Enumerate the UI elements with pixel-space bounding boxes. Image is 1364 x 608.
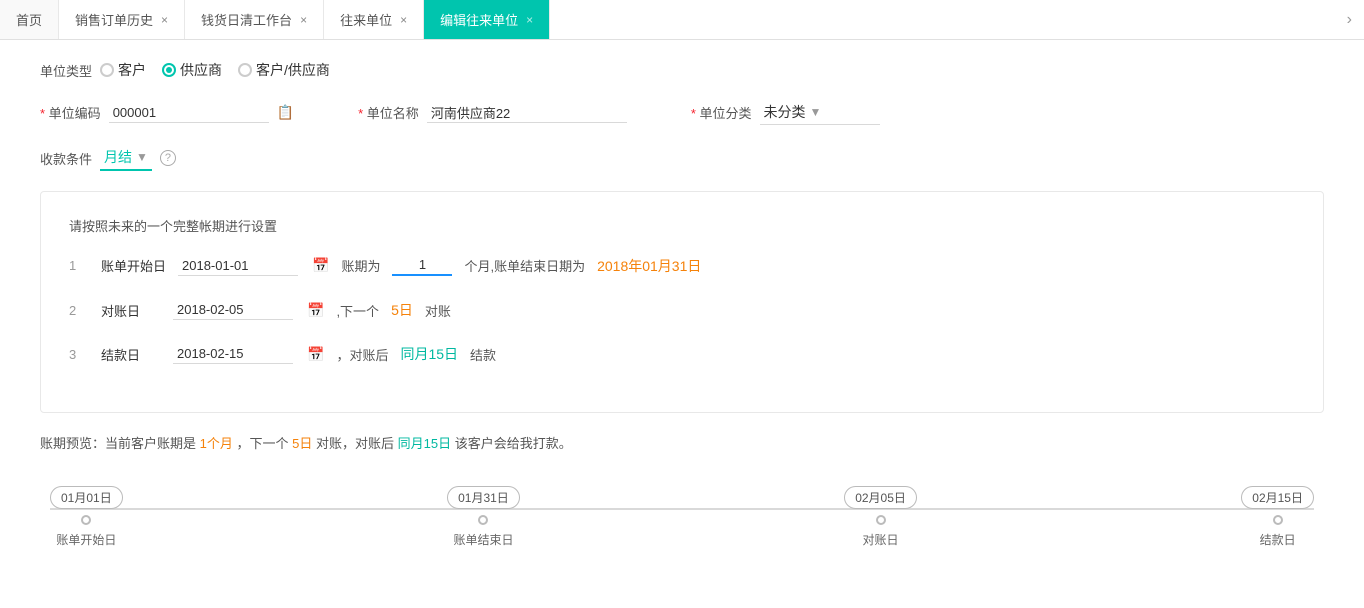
- payment-day-highlight: 同月15日: [400, 344, 458, 364]
- unit-name-label: 单位名称: [358, 103, 419, 122]
- copy-icon[interactable]: 📋: [277, 104, 294, 121]
- tab-bar: 首页 销售订单历史 × 钱货日清工作台 × 往来单位 × 编辑往来单位 × ›: [0, 0, 1364, 40]
- tab-close-sales-history[interactable]: ×: [161, 13, 168, 27]
- preview-suffix: 该客户会给我打款。: [455, 436, 572, 451]
- payment-condition-group: 收款条件 月结 ▼ ?: [40, 145, 176, 171]
- timeline-node-1: 01月01日 账单开始日: [50, 486, 123, 548]
- payment-condition-select[interactable]: 月结 ▼: [100, 145, 152, 171]
- period-field-label-1: 账单开始日: [101, 256, 166, 275]
- account-start-date-input[interactable]: [178, 256, 298, 276]
- timeline-dot-4: [1273, 515, 1283, 525]
- timeline-label-3: 对账日: [863, 531, 899, 548]
- period-row-1: 1 账单开始日 📅 账期为 个月,账单结束日期为 2018年01月31日: [69, 255, 1295, 276]
- preview-highlight-2: 5日: [292, 436, 312, 451]
- timeline-label-4: 结款日: [1260, 531, 1296, 548]
- period-desc-suffix-3: 结款: [470, 345, 496, 364]
- timeline-dot-3: [876, 515, 886, 525]
- period-num-1: 1: [69, 258, 89, 273]
- timeline-badge-4: 02月15日: [1241, 486, 1314, 509]
- period-num-3: 3: [69, 347, 89, 362]
- tab-edit-counterparty[interactable]: 编辑往来单位 ×: [424, 0, 550, 39]
- calendar-icon-1[interactable]: 📅: [312, 257, 329, 274]
- radio-supplier[interactable]: 供应商: [162, 60, 222, 80]
- calendar-icon-2[interactable]: 📅: [307, 302, 324, 319]
- preview-highlight-1: 1个月: [200, 436, 233, 451]
- tab-cash-workbench[interactable]: 钱货日清工作台 ×: [185, 0, 324, 39]
- radio-circle-supplier: [162, 63, 176, 77]
- radio-circle-customer-supplier: [238, 63, 252, 77]
- radio-label-customer: 客户: [118, 60, 146, 80]
- period-row-3: 3 结款日 📅 ，对账后 同月15日 结款: [69, 344, 1295, 364]
- period-desc-suffix-1: 个月,账单结束日期为: [464, 256, 585, 275]
- unit-type-group: 单位类型 客户 供应商 客户/供应商: [40, 60, 330, 80]
- tab-home[interactable]: 首页: [0, 0, 59, 39]
- timeline-badge-3: 02月05日: [844, 486, 917, 509]
- calendar-icon-3[interactable]: 📅: [307, 346, 324, 363]
- payment-condition-label: 收款条件: [40, 149, 92, 168]
- unit-category-value: 未分类: [764, 102, 806, 122]
- radio-customer[interactable]: 客户: [100, 60, 146, 80]
- radio-circle-customer: [100, 63, 114, 77]
- unit-code-label: 单位编码: [40, 103, 101, 122]
- payment-date-input[interactable]: [173, 344, 293, 364]
- tab-close-counterparty[interactable]: ×: [400, 13, 407, 27]
- timeline-dot-2: [478, 515, 488, 525]
- period-end-date-highlight: 2018年01月31日: [597, 256, 701, 276]
- unit-type-radio-group: 客户 供应商 客户/供应商: [100, 60, 330, 80]
- timeline-node-4: 02月15日 结款日: [1241, 486, 1314, 548]
- tab-counterparty[interactable]: 往来单位 ×: [324, 0, 424, 39]
- timeline-node-3: 02月05日 对账日: [844, 486, 917, 548]
- period-desc-prefix-2: ,下一个: [336, 301, 379, 320]
- preview-text: 账期预览：当前客户账期是 1个月 ，下一个 5日 对账，对账后 同月15日 该客…: [40, 433, 1324, 452]
- radio-label-supplier: 供应商: [180, 60, 222, 80]
- tab-close-cash-workbench[interactable]: ×: [300, 13, 307, 27]
- unit-type-row: 单位类型 客户 供应商 客户/供应商: [40, 60, 1324, 80]
- timeline-dot-1: [81, 515, 91, 525]
- period-settings-box: 请按照未来的一个完整帐期进行设置 1 账单开始日 📅 账期为 个月,账单结束日期…: [40, 191, 1324, 413]
- preview-middle-2: 对账，对账后: [316, 436, 394, 451]
- reconciliation-day-highlight: 5日: [391, 300, 413, 320]
- unit-type-label: 单位类型: [40, 61, 92, 80]
- unit-category-group: 单位分类 未分类 ▼: [691, 100, 880, 125]
- unit-name-group: 单位名称: [358, 103, 627, 123]
- category-dropdown-arrow: ▼: [810, 105, 822, 119]
- timeline-node-2: 01月31日 账单结束日: [447, 486, 520, 548]
- preview-highlight-3: 同月15日: [398, 436, 451, 451]
- unit-name-input[interactable]: [427, 103, 627, 123]
- unit-category-select[interactable]: 未分类 ▼: [760, 100, 880, 125]
- tab-close-edit-counterparty[interactable]: ×: [526, 13, 533, 27]
- unit-code-input[interactable]: [109, 103, 269, 123]
- tab-sales-history[interactable]: 销售订单历史 ×: [59, 0, 185, 39]
- unit-info-row: 单位编码 📋 单位名称 单位分类 未分类 ▼: [40, 100, 1324, 125]
- period-desc-prefix-1: 账期为: [341, 256, 380, 275]
- condition-dropdown-arrow: ▼: [136, 150, 148, 164]
- period-desc-suffix-2: 对账: [425, 301, 451, 320]
- reconciliation-date-input[interactable]: [173, 300, 293, 320]
- unit-code-group: 单位编码 📋: [40, 103, 294, 123]
- timeline-container: 01月01日 账单开始日 01月31日 账单结束日 02月05日 对账日 02月…: [40, 476, 1324, 578]
- period-num-2: 2: [69, 303, 89, 318]
- period-field-label-2: 对账日: [101, 301, 161, 320]
- timeline-badge-1: 01月01日: [50, 486, 123, 509]
- timeline-label-2: 账单结束日: [453, 531, 513, 548]
- period-desc-prefix-3: ，对账后: [336, 345, 388, 364]
- tab-more-button[interactable]: ›: [1335, 11, 1364, 29]
- timeline-label-1: 账单开始日: [56, 531, 116, 548]
- period-settings-title: 请按照未来的一个完整帐期进行设置: [69, 216, 1295, 235]
- unit-category-label: 单位分类: [691, 103, 752, 122]
- payment-condition-value: 月结: [104, 147, 132, 167]
- main-content: 单位类型 客户 供应商 客户/供应商 单位编码 📋: [0, 40, 1364, 608]
- period-row-2: 2 对账日 📅 ,下一个 5日 对账: [69, 300, 1295, 320]
- period-months-input[interactable]: [392, 255, 452, 276]
- timeline-badge-2: 01月31日: [447, 486, 520, 509]
- radio-customer-supplier[interactable]: 客户/供应商: [238, 60, 330, 80]
- payment-condition-row: 收款条件 月结 ▼ ?: [40, 145, 1324, 171]
- period-field-label-3: 结款日: [101, 345, 161, 364]
- preview-middle-1: ，下一个: [237, 436, 289, 451]
- radio-label-customer-supplier: 客户/供应商: [256, 60, 330, 80]
- help-icon[interactable]: ?: [160, 150, 176, 166]
- preview-prefix: 账期预览：当前客户账期是: [40, 436, 196, 451]
